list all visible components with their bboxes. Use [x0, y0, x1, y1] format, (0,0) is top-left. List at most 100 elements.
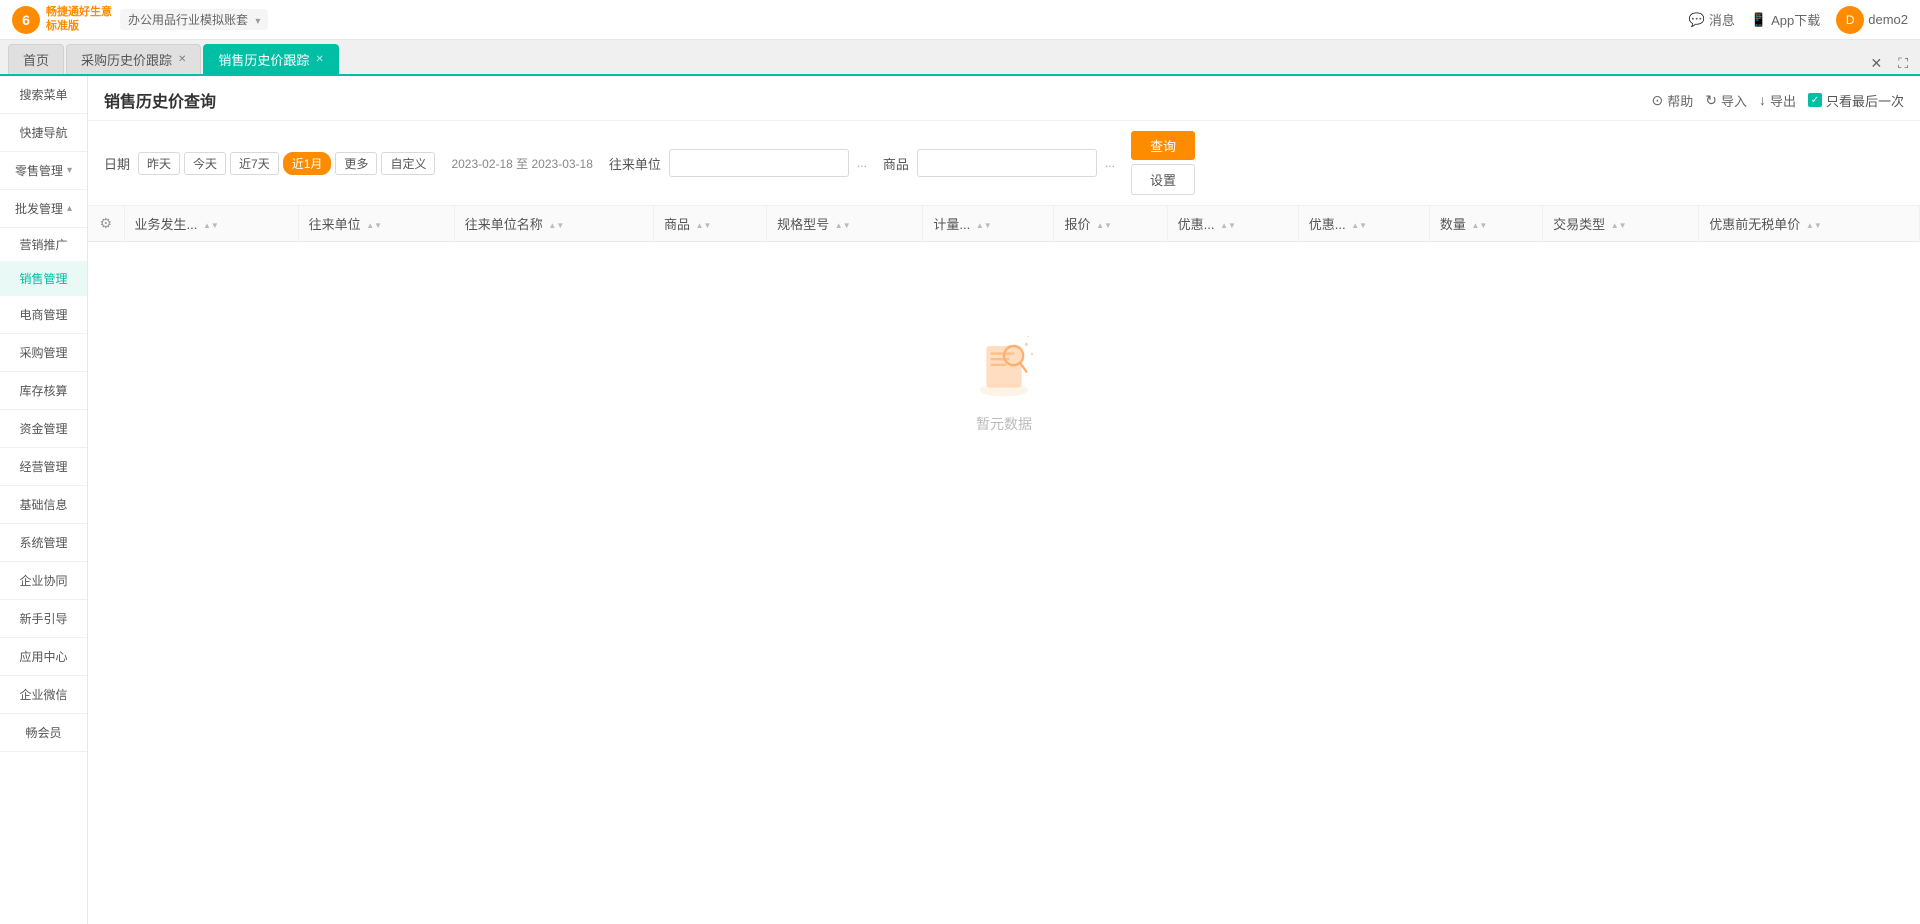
import-icon: ↻: [1705, 92, 1717, 109]
table-header-row: ⚙ 业务发生... ▲▼ 往来单位 ▲▼ 往来单位名称 ▲▼: [88, 206, 1920, 242]
wholesale-mgmt-arrow-icon: ▴: [67, 203, 72, 214]
logo-icon: 6: [12, 6, 40, 34]
settings-button[interactable]: 设置: [1131, 164, 1195, 195]
maximize-window-button[interactable]: ⛶: [1894, 53, 1912, 74]
message-icon: 💬: [1689, 12, 1705, 28]
partner-filter-input[interactable]: [669, 149, 849, 177]
empty-state: 暂元数据: [88, 242, 1920, 514]
main-layout: 搜索菜单 快捷导航 零售管理 ▾ 批发管理 ▴ 营销推广 销售管理 电商管理 采…: [0, 76, 1920, 924]
tab-purchase-history[interactable]: 采购历史价跟踪 ✕: [66, 44, 201, 74]
table-col-settings: ⚙: [88, 206, 124, 242]
table-col-unit: 计量... ▲▼: [923, 206, 1054, 242]
sidebar-item-quick-nav[interactable]: 快捷导航: [0, 114, 87, 152]
sidebar-item-app-center[interactable]: 应用中心: [0, 638, 87, 676]
page-header: 销售历史价查询 ⊙ 帮助 ↻ 导入 ↓ 导出 ✓ 只看最后一次: [88, 76, 1920, 121]
date-btn-last7[interactable]: 近7天: [230, 152, 279, 175]
message-button[interactable]: 💬 消息: [1689, 10, 1735, 29]
sidebar-item-wholesale-mgmt[interactable]: 批发管理 ▴: [0, 190, 87, 228]
sort-icon-spec[interactable]: ▲▼: [835, 221, 851, 230]
table-col-discount2: 优惠... ▲▼: [1298, 206, 1429, 242]
date-filter-label: 日期: [104, 154, 130, 173]
date-range-row: 2023-02-18 至 2023-03-18: [451, 155, 592, 172]
sidebar-item-purchase-mgmt[interactable]: 采购管理: [0, 334, 87, 372]
header-right: 💬 消息 📱 App下载 D demo2: [1689, 6, 1908, 34]
table-col-pretax-price: 优惠前无税单价 ▲▼: [1699, 206, 1920, 242]
partner-filter-label: 往来单位: [609, 154, 661, 173]
date-btn-more[interactable]: 更多: [335, 152, 377, 175]
user-avatar-area[interactable]: D demo2: [1836, 6, 1908, 34]
sort-icon-pretax-price[interactable]: ▲▼: [1806, 221, 1822, 230]
sidebar-item-system-mgmt[interactable]: 系统管理: [0, 524, 87, 562]
sort-icon-biz-date[interactable]: ▲▼: [203, 221, 219, 230]
sort-icon-quote[interactable]: ▲▼: [1096, 221, 1112, 230]
sidebar-item-enterprise-coop[interactable]: 企业协同: [0, 562, 87, 600]
tab-bar: 首页 采购历史价跟踪 ✕ 销售历史价跟踪 ✕ ✕ ⛶: [0, 40, 1920, 76]
help-button[interactable]: ⊙ 帮助: [1651, 91, 1693, 110]
sort-icon-unit[interactable]: ▲▼: [976, 221, 992, 230]
tab-sales-history[interactable]: 销售历史价跟踪 ✕: [203, 44, 338, 74]
table-col-quantity: 数量 ▲▼: [1429, 206, 1542, 242]
export-button[interactable]: ↓ 导出: [1759, 91, 1796, 110]
sidebar-item-retail-mgmt[interactable]: 零售管理 ▾: [0, 152, 87, 190]
avatar: D: [1836, 6, 1864, 34]
table-col-quote: 报价 ▲▼: [1054, 206, 1167, 242]
import-button[interactable]: ↻ 导入: [1705, 91, 1747, 110]
product-filter-dots: ...: [1105, 156, 1115, 170]
sidebar-item-marketing-promo[interactable]: 营销推广: [0, 228, 87, 262]
retail-mgmt-arrow-icon: ▾: [67, 165, 72, 176]
page-header-actions: ⊙ 帮助 ↻ 导入 ↓ 导出 ✓ 只看最后一次: [1651, 91, 1904, 110]
product-filter-input[interactable]: [917, 149, 1097, 177]
empty-text: 暂元数据: [976, 414, 1032, 434]
only-last-checkbox-label[interactable]: ✓ 只看最后一次: [1808, 91, 1904, 110]
sidebar-item-ecommerce-mgmt[interactable]: 电商管理: [0, 296, 87, 334]
sort-icon-product[interactable]: ▲▼: [696, 221, 712, 230]
logo-area: 6 畅捷通好生意 标准版: [12, 6, 112, 34]
sidebar: 搜索菜单 快捷导航 零售管理 ▾ 批发管理 ▴ 营销推广 销售管理 电商管理 采…: [0, 76, 88, 924]
app-download-button[interactable]: 📱 App下载: [1751, 10, 1820, 29]
empty-illustration: [964, 322, 1044, 402]
tab-purchase-history-close[interactable]: ✕: [178, 54, 186, 65]
breadcrumb-dropdown-icon: ▾: [255, 16, 260, 27]
sort-icon-discount1[interactable]: ▲▼: [1220, 221, 1236, 230]
data-table: ⚙ 业务发生... ▲▼ 往来单位 ▲▼ 往来单位名称 ▲▼: [88, 206, 1920, 242]
date-btn-yesterday[interactable]: 昨天: [138, 152, 180, 175]
phone-icon: 📱: [1751, 12, 1767, 28]
sort-icon-partner-code[interactable]: ▲▼: [366, 221, 382, 230]
date-btn-today[interactable]: 今天: [184, 152, 226, 175]
table-settings-icon[interactable]: ⚙: [99, 215, 112, 231]
table-col-spec: 规格型号 ▲▼: [767, 206, 923, 242]
export-icon: ↓: [1759, 92, 1766, 108]
close-window-button[interactable]: ✕: [1866, 53, 1886, 74]
tab-home[interactable]: 首页: [8, 44, 64, 74]
sidebar-item-operations-mgmt[interactable]: 经营管理: [0, 448, 87, 486]
breadcrumb[interactable]: 办公用品行业模拟账套 ▾: [120, 9, 268, 30]
date-btn-custom[interactable]: 自定义: [381, 152, 435, 175]
date-btn-last1m[interactable]: 近1月: [283, 152, 332, 175]
help-icon: ⊙: [1651, 92, 1663, 109]
product-filter-label: 商品: [883, 154, 909, 173]
sidebar-item-search-menu[interactable]: 搜索菜单: [0, 76, 87, 114]
page-title: 销售历史价查询: [104, 88, 216, 112]
sidebar-item-basic-info[interactable]: 基础信息: [0, 486, 87, 524]
sidebar-item-member[interactable]: 畅会员: [0, 714, 87, 752]
logo-char: 6: [22, 12, 30, 28]
header-left: 6 畅捷通好生意 标准版 办公用品行业模拟账套 ▾: [12, 6, 268, 34]
partner-filter-dots: ...: [857, 156, 867, 170]
table-col-trade-type: 交易类型 ▲▼: [1543, 206, 1699, 242]
content-area: 销售历史价查询 ⊙ 帮助 ↻ 导入 ↓ 导出 ✓ 只看最后一次: [88, 76, 1920, 924]
query-button[interactable]: 查询: [1131, 131, 1195, 160]
sidebar-item-newbie-guide[interactable]: 新手引导: [0, 600, 87, 638]
sort-icon-quantity[interactable]: ▲▼: [1472, 221, 1488, 230]
table-col-biz-date: 业务发生... ▲▼: [124, 206, 298, 242]
sidebar-item-finance-mgmt[interactable]: 资金管理: [0, 410, 87, 448]
partner-filter-row: 往来单位 ...: [609, 149, 867, 177]
sort-icon-trade-type[interactable]: ▲▼: [1611, 221, 1627, 230]
sidebar-item-enterprise-wechat[interactable]: 企业微信: [0, 676, 87, 714]
tab-sales-history-close[interactable]: ✕: [315, 54, 323, 65]
only-last-checkbox[interactable]: ✓: [1808, 93, 1822, 107]
sidebar-item-inventory-check[interactable]: 库存核算: [0, 372, 87, 410]
sort-icon-partner-name[interactable]: ▲▼: [548, 221, 564, 230]
sort-icon-discount2[interactable]: ▲▼: [1351, 221, 1367, 230]
filter-area: 日期 昨天 今天 近7天 近1月 更多 自定义 2023-02-18 至 202…: [88, 121, 1920, 206]
sidebar-item-sales-mgmt[interactable]: 销售管理: [0, 262, 87, 296]
